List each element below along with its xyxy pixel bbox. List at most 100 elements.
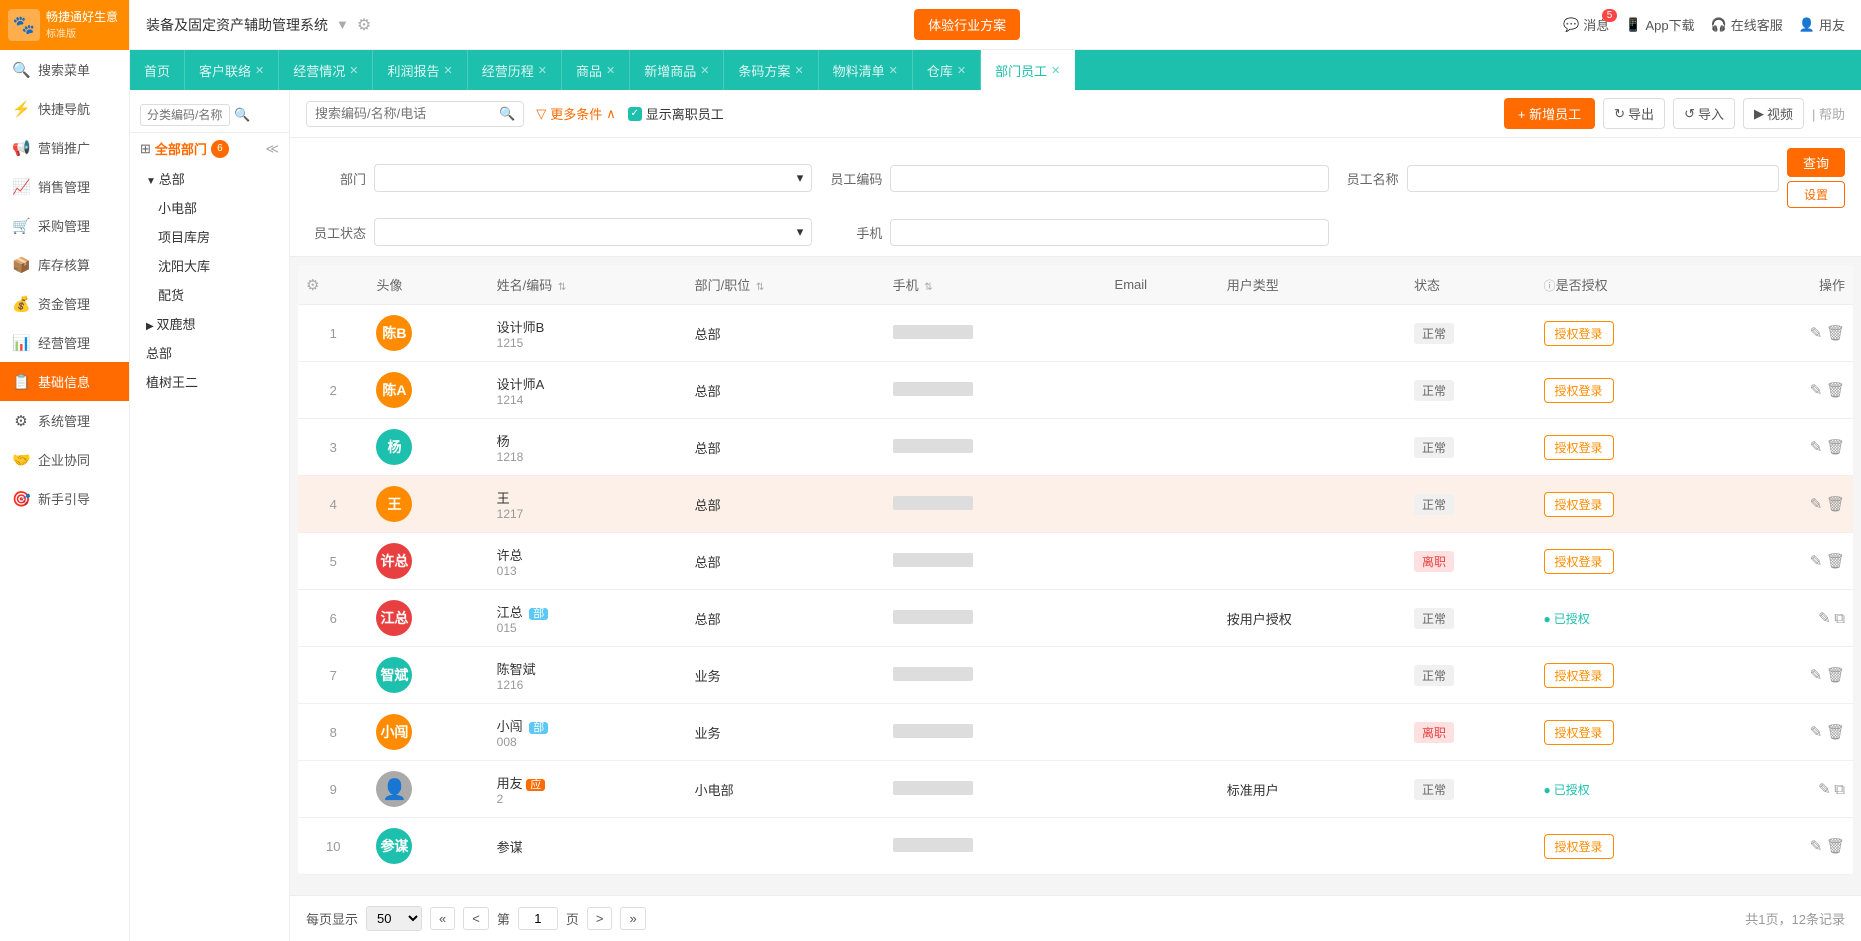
auth-button[interactable]: 授权登录	[1544, 663, 1614, 688]
tab-customer[interactable]: 客户联络 ✕	[185, 50, 279, 90]
set-button[interactable]: 设置	[1787, 181, 1845, 208]
search-input[interactable]	[315, 106, 495, 121]
dept-all-label[interactable]: 全部部门	[155, 139, 207, 158]
tab-home[interactable]: 首页	[130, 50, 185, 90]
dept-item-delivery[interactable]: 配货	[138, 280, 281, 309]
sidebar-item-purchase[interactable]: 🛒 采购管理	[0, 206, 129, 245]
edit-icon[interactable]: ✎	[1810, 553, 1823, 570]
search-icon[interactable]: 🔍	[499, 106, 515, 122]
copy-icon[interactable]: ⧉	[1834, 610, 1845, 627]
dept-item-planting[interactable]: 植树王二	[138, 367, 281, 396]
per-page-select[interactable]: 50 100 200	[366, 906, 422, 931]
dept-select[interactable]: ▾	[374, 164, 812, 192]
tab-history[interactable]: 经营历程 ✕	[468, 50, 562, 90]
sidebar-item-collab[interactable]: 🤝 企业协同	[0, 440, 129, 479]
tab-operation[interactable]: 经营情况 ✕	[279, 50, 373, 90]
edit-icon[interactable]: ✎	[1810, 667, 1823, 684]
tab-warehouse[interactable]: 仓库 ✕	[913, 50, 981, 90]
message-button[interactable]: 💬 消息 5	[1563, 15, 1609, 34]
import-button[interactable]: ↺ 导入	[1673, 98, 1735, 129]
more-filter-btn[interactable]: ▽ 更多条件 ∧	[536, 104, 616, 123]
tab-add-goods[interactable]: 新增商品 ✕	[630, 50, 724, 90]
edit-icon[interactable]: ✎	[1810, 838, 1823, 855]
auth-button[interactable]: 授权登录	[1544, 720, 1614, 745]
delete-icon[interactable]: 🗑	[1826, 667, 1845, 684]
emp-code-input[interactable]	[890, 165, 1328, 192]
close-icon[interactable]: ✕	[1051, 64, 1060, 77]
sidebar-item-marketing[interactable]: 📢 营销推广	[0, 128, 129, 167]
sort-icon[interactable]: ⇅	[558, 282, 566, 293]
dept-item-double[interactable]: 双鹿想	[138, 309, 281, 338]
last-page-button[interactable]: »	[620, 907, 645, 930]
auth-button[interactable]: 授权登录	[1544, 549, 1614, 574]
edit-icon[interactable]: ✎	[1810, 382, 1823, 399]
category-search-input[interactable]	[140, 104, 230, 126]
first-page-button[interactable]: «	[430, 907, 455, 930]
page-input[interactable]	[518, 907, 558, 930]
query-button[interactable]: 查询	[1787, 148, 1845, 177]
sidebar-item-search[interactable]: 🔍 搜索菜单	[0, 50, 129, 89]
close-icon[interactable]: ✕	[889, 64, 898, 77]
tab-goods[interactable]: 商品 ✕	[562, 50, 630, 90]
auth-button[interactable]: 授权登录	[1544, 492, 1614, 517]
close-icon[interactable]: ✕	[794, 64, 803, 77]
prev-page-button[interactable]: <	[463, 907, 489, 930]
sidebar-item-operation[interactable]: 📊 经营管理	[0, 323, 129, 362]
delete-icon[interactable]: 🗑	[1826, 325, 1845, 342]
sidebar-item-guide[interactable]: 🎯 新手引导	[0, 479, 129, 518]
category-search-icon[interactable]: 🔍	[234, 107, 250, 123]
sidebar-item-system[interactable]: ⚙ 系统管理	[0, 401, 129, 440]
dept-item-small-electric[interactable]: 小电部	[138, 193, 281, 222]
close-icon[interactable]: ✕	[700, 64, 709, 77]
user-button[interactable]: 👤 用友	[1799, 15, 1845, 34]
delete-icon[interactable]: 🗑	[1826, 838, 1845, 855]
leave-checkbox[interactable]: ✓	[628, 107, 642, 121]
collapse-icon[interactable]: ≪	[265, 141, 279, 157]
emp-name-input[interactable]	[1407, 165, 1779, 192]
sidebar-item-sales[interactable]: 📈 销售管理	[0, 167, 129, 206]
close-icon[interactable]: ✕	[349, 64, 358, 77]
dept-item-shenyang[interactable]: 沈阳大库	[138, 251, 281, 280]
gear-icon[interactable]: ⚙	[357, 15, 371, 35]
next-page-button[interactable]: >	[587, 907, 613, 930]
copy-icon[interactable]: ⧉	[1834, 781, 1845, 798]
close-icon[interactable]: ✕	[538, 64, 547, 77]
close-icon[interactable]: ✕	[255, 64, 264, 77]
auth-button[interactable]: 授权登录	[1544, 321, 1614, 346]
close-icon[interactable]: ✕	[606, 64, 615, 77]
download-button[interactable]: 📱 App下载	[1625, 15, 1694, 34]
dept-item-headquarters[interactable]: 总部	[138, 164, 281, 193]
delete-icon[interactable]: 🗑	[1826, 439, 1845, 456]
edit-icon[interactable]: ✎	[1810, 439, 1823, 456]
trial-button[interactable]: 体验行业方案	[914, 9, 1020, 40]
close-icon[interactable]: ✕	[957, 64, 966, 77]
settings-icon[interactable]: ⚙	[306, 277, 319, 294]
support-button[interactable]: 🎧 在线客服	[1711, 15, 1783, 34]
sidebar-item-basic[interactable]: 📋 基础信息	[0, 362, 129, 401]
sidebar-item-finance[interactable]: 💰 资金管理	[0, 284, 129, 323]
sidebar-item-nav[interactable]: ⚡ 快捷导航	[0, 89, 129, 128]
tab-profit[interactable]: 利润报告 ✕	[373, 50, 467, 90]
edit-icon[interactable]: ✎	[1810, 724, 1823, 741]
video-button[interactable]: ▶ 视频	[1743, 98, 1804, 129]
delete-icon[interactable]: 🗑	[1826, 382, 1845, 399]
sort-icon[interactable]: ⇅	[924, 282, 932, 293]
export-button[interactable]: ↻ 导出	[1603, 98, 1665, 129]
tab-bom[interactable]: 物料清单 ✕	[819, 50, 913, 90]
tab-barcode[interactable]: 条码方案 ✕	[724, 50, 818, 90]
edit-icon[interactable]: ✎	[1818, 781, 1831, 798]
auth-button[interactable]: 授权登录	[1544, 378, 1614, 403]
dropdown-icon[interactable]: ▼	[336, 17, 349, 32]
add-employee-button[interactable]: + 新增员工	[1504, 98, 1595, 129]
emp-status-select[interactable]: ▾	[374, 218, 812, 246]
edit-icon[interactable]: ✎	[1810, 325, 1823, 342]
edit-icon[interactable]: ✎	[1810, 496, 1823, 513]
delete-icon[interactable]: 🗑	[1826, 496, 1845, 513]
auth-button[interactable]: 授权登录	[1544, 435, 1614, 460]
more-options[interactable]: | 帮助	[1812, 104, 1845, 123]
sidebar-item-inventory[interactable]: 📦 库存核算	[0, 245, 129, 284]
dept-item-hq2[interactable]: 总部	[138, 338, 281, 367]
delete-icon[interactable]: 🗑	[1826, 724, 1845, 741]
tab-employee[interactable]: 部门员工 ✕	[981, 50, 1075, 90]
edit-icon[interactable]: ✎	[1818, 610, 1831, 627]
